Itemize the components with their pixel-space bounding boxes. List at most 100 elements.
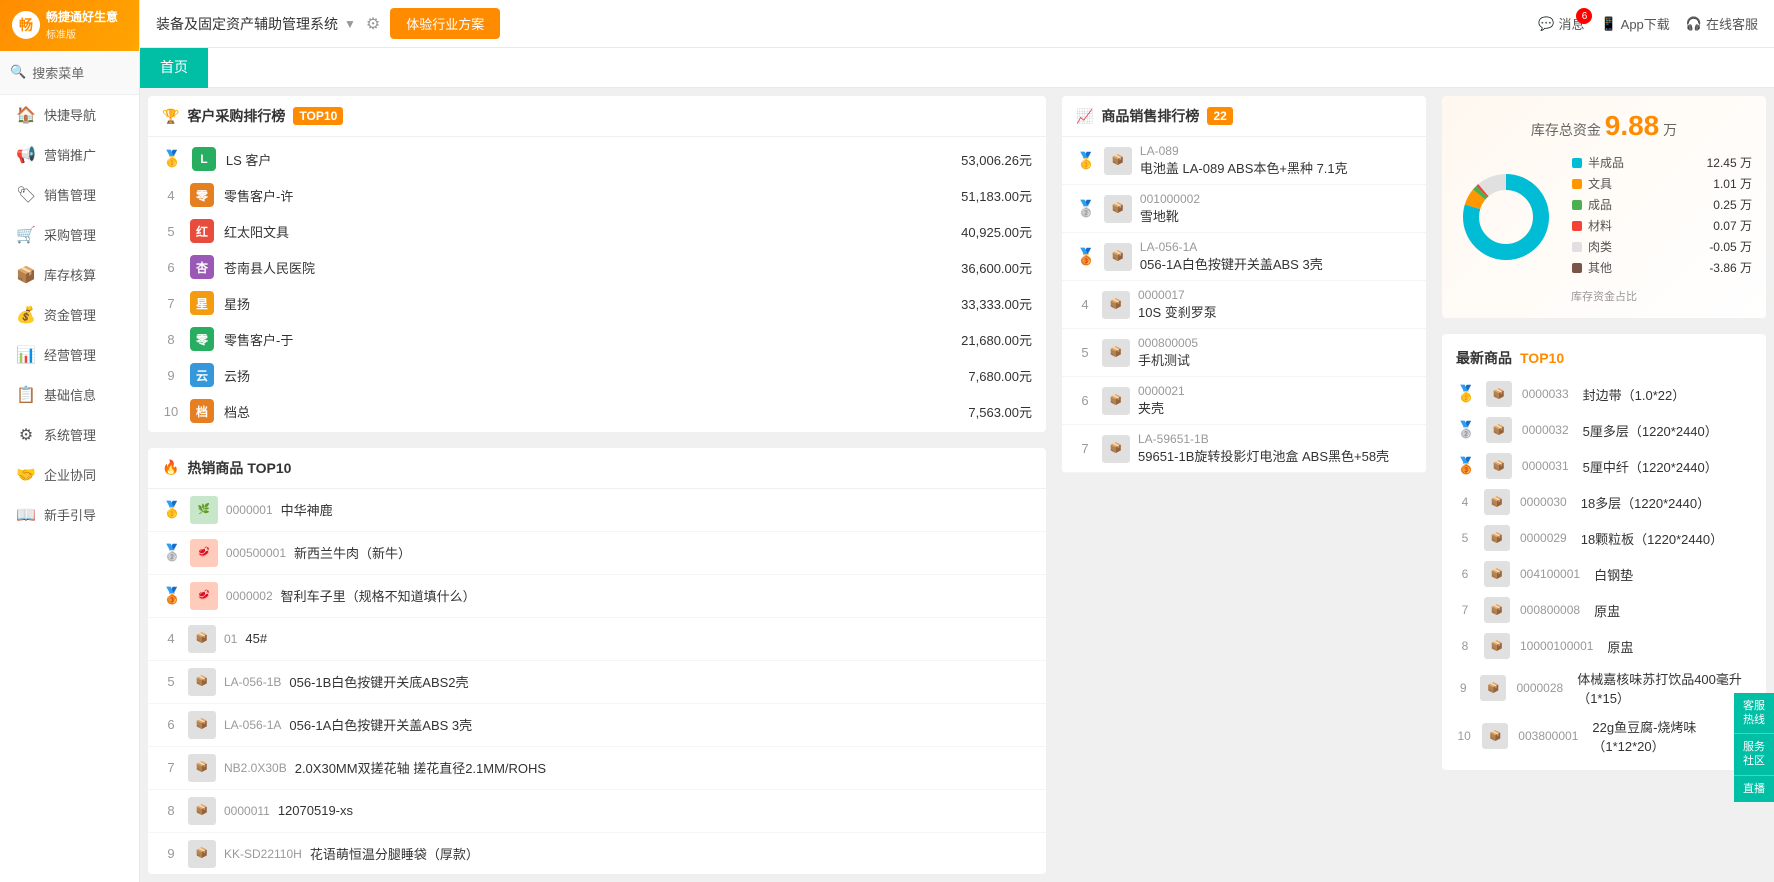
float-community[interactable]: 服务社区 <box>1734 734 1774 776</box>
hp-rank6-img: 📦 <box>188 711 216 739</box>
sidebar-item-label: 新手引导 <box>44 505 96 524</box>
money-icon: 💰 <box>16 305 36 325</box>
content-area: 🏆 客户采购排行榜 TOP10 🥇 L LS 客户 53,006.26元 4 <box>140 88 1774 882</box>
sidebar-item-label: 采购管理 <box>44 225 96 244</box>
sidebar-item-label: 库存核算 <box>44 265 96 284</box>
latest-code5: 0000029 <box>1520 531 1567 545</box>
sidebar-item-marketing[interactable]: 📢 营销推广 <box>0 135 139 175</box>
legend-dot <box>1572 158 1582 168</box>
ps-item: 5 📦 000800005 手机测试 <box>1062 329 1426 377</box>
search-menu-button[interactable]: 🔍 搜索菜单 <box>10 59 129 86</box>
latest-img9: 📦 <box>1480 675 1506 701</box>
ps-img5: 📦 <box>1102 339 1130 367</box>
page-nav: 首页 <box>140 48 1774 88</box>
chart-icon: 📊 <box>16 345 36 365</box>
hot-product-item: 5 📦 LA-056-1B 056-1B白色按键开关底ABS2壳 <box>148 661 1046 704</box>
customer-rank-item: 4 零 零售客户-许 51,183.00元 <box>148 177 1046 213</box>
product-sales-title: 商品销售排行榜 <box>1101 106 1199 126</box>
handshake-icon: 🤝 <box>16 465 36 485</box>
legend-val: 1.01 万 <box>1713 175 1752 192</box>
sidebar-item-basic[interactable]: 📋 基础信息 <box>0 375 139 415</box>
sidebar-item-label: 企业协同 <box>44 465 96 484</box>
fire-icon: 🔥 <box>162 459 179 476</box>
cart-icon: 🛒 <box>16 225 36 245</box>
latest-code7: 000800008 <box>1520 603 1580 617</box>
latest-code9: 0000028 <box>1516 681 1563 695</box>
hp-rank4-name: 45# <box>245 631 1032 646</box>
sidebar-item-label: 快捷导航 <box>44 105 96 124</box>
tag-icon: 🏷 <box>16 185 36 205</box>
rank5-name: 星扬 <box>224 294 951 313</box>
sidebar-item-sales[interactable]: 🏷 销售管理 <box>0 175 139 215</box>
inventory-card: 库存总资金 9.88 万 <box>1442 96 1766 318</box>
ps-name6: 夹壳 <box>1138 398 1412 417</box>
message-button[interactable]: 💬 消息 6 <box>1538 14 1584 33</box>
sidebar-item-inventory[interactable]: 📦 库存核算 <box>0 255 139 295</box>
latest-code2: 0000032 <box>1522 423 1569 437</box>
ps-code5: 000800005 <box>1138 336 1412 350</box>
rank2-icon: 零 <box>190 183 214 207</box>
sidebar-item-cooperation[interactable]: 🤝 企业协同 <box>0 455 139 495</box>
search-menu-label: 搜索菜单 <box>32 63 84 82</box>
hp-rank8-img: 📦 <box>188 797 216 825</box>
ps-name1: 电池盖 LA-089 ABS本色+黑种 7.1克 <box>1140 158 1412 177</box>
online-service-button[interactable]: 🎧 在线客服 <box>1686 14 1758 33</box>
rank7-name: 云扬 <box>224 366 958 385</box>
hp-rank7-name: 2.0X30MM双搓花轴 搓花直径2.1MM/ROHS <box>295 758 1032 777</box>
sidebar-search-area: 🔍 搜索菜单 <box>0 51 139 95</box>
inventory-label: 库存总资金 <box>1531 122 1601 138</box>
sidebar-item-shortcut[interactable]: 🏠 快捷导航 <box>0 95 139 135</box>
hp-rank4-img: 📦 <box>188 625 216 653</box>
hot-product-item: 9 📦 KK-SD22110H 花语萌恒温分腿睡袋（厚款） <box>148 833 1046 874</box>
hp-rank7-img: 📦 <box>188 754 216 782</box>
dropdown-icon[interactable]: ▼ <box>344 17 356 31</box>
ps-item: 4 📦 0000017 10S 变刹罗泵 <box>1062 281 1426 329</box>
sidebar-item-operation[interactable]: 📊 经营管理 <box>0 335 139 375</box>
ps-img4: 📦 <box>1102 291 1130 319</box>
rank7-amount: 7,680.00元 <box>968 366 1032 385</box>
legend-val: 12.45 万 <box>1707 154 1752 171</box>
rank4-icon: 杏 <box>190 255 214 279</box>
ps-name7: 59651-1B旋转投影灯电池盒 ABS黑色+58壳 <box>1138 446 1412 465</box>
latest-img4: 📦 <box>1484 489 1510 515</box>
rank6-name: 零售客户-于 <box>224 330 951 349</box>
latest-header: 最新商品 TOP10 <box>1442 344 1766 376</box>
latest-item: 9 📦 0000028 体械嘉核味苏打饮品400毫升（1*15） <box>1442 664 1766 712</box>
float-customer-service[interactable]: 客服热线 <box>1734 693 1774 735</box>
sidebar-item-label: 基础信息 <box>44 385 96 404</box>
app-download-button[interactable]: 📱 App下载 <box>1600 14 1669 33</box>
trial-button[interactable]: 体验行业方案 <box>390 8 500 39</box>
customer-rank-item: 🥇 L LS 客户 53,006.26元 <box>148 141 1046 177</box>
sidebar-item-label: 经营管理 <box>44 345 96 364</box>
tab-home[interactable]: 首页 <box>140 48 208 88</box>
sidebar-item-system[interactable]: ⚙ 系统管理 <box>0 415 139 455</box>
latest-code10: 003800001 <box>1518 729 1578 743</box>
hp-rank2-name: 新西兰牛肉（新牛） <box>294 543 1032 562</box>
legend-name: 半成品 <box>1588 154 1701 171</box>
legend-name: 其他 <box>1588 259 1703 276</box>
float-live[interactable]: 直播 <box>1734 776 1774 802</box>
settings-icon[interactable]: ⚙ <box>366 14 380 34</box>
customer-top10-badge: TOP10 <box>293 107 343 125</box>
sidebar-item-purchase[interactable]: 🛒 采购管理 <box>0 215 139 255</box>
legend-val: 0.25 万 <box>1713 196 1752 213</box>
latest-item: 5 📦 0000029 18颗粒板（1220*2440） <box>1442 520 1766 556</box>
latest-code3: 0000031 <box>1522 459 1569 473</box>
latest-name10: 22g鱼豆腐-烧烤味（1*12*20） <box>1592 717 1752 755</box>
ps-img2: 📦 <box>1104 195 1132 223</box>
megaphone-icon: 📢 <box>16 145 36 165</box>
hp-rank8-code: 0000011 <box>224 804 270 818</box>
rank3-name: 红太阳文具 <box>224 222 951 241</box>
hot-products-list: 🥇 🌿 0000001 中华神鹿 🥈 🥩 000500001 新西兰牛肉（新牛）… <box>148 489 1046 874</box>
sidebar-item-label: 营销推广 <box>44 145 96 164</box>
system-name-text: 装备及固定资产辅助管理系统 <box>156 14 338 34</box>
home-icon: 🏠 <box>16 105 36 125</box>
ps-code2: 001000002 <box>1140 192 1412 206</box>
inventory-unit: 万 <box>1663 122 1677 138</box>
hp-rank9-code: KK-SD22110H <box>224 847 302 861</box>
ps-name3: 056-1A白色按键开关盖ABS 3壳 <box>1140 254 1412 273</box>
sidebar-item-finance[interactable]: 💰 资金管理 <box>0 295 139 335</box>
rank8-name: 档总 <box>224 402 958 421</box>
sidebar-item-guide[interactable]: 📖 新手引导 <box>0 495 139 535</box>
customer-ranking-header: 🏆 客户采购排行榜 TOP10 <box>148 96 1046 137</box>
